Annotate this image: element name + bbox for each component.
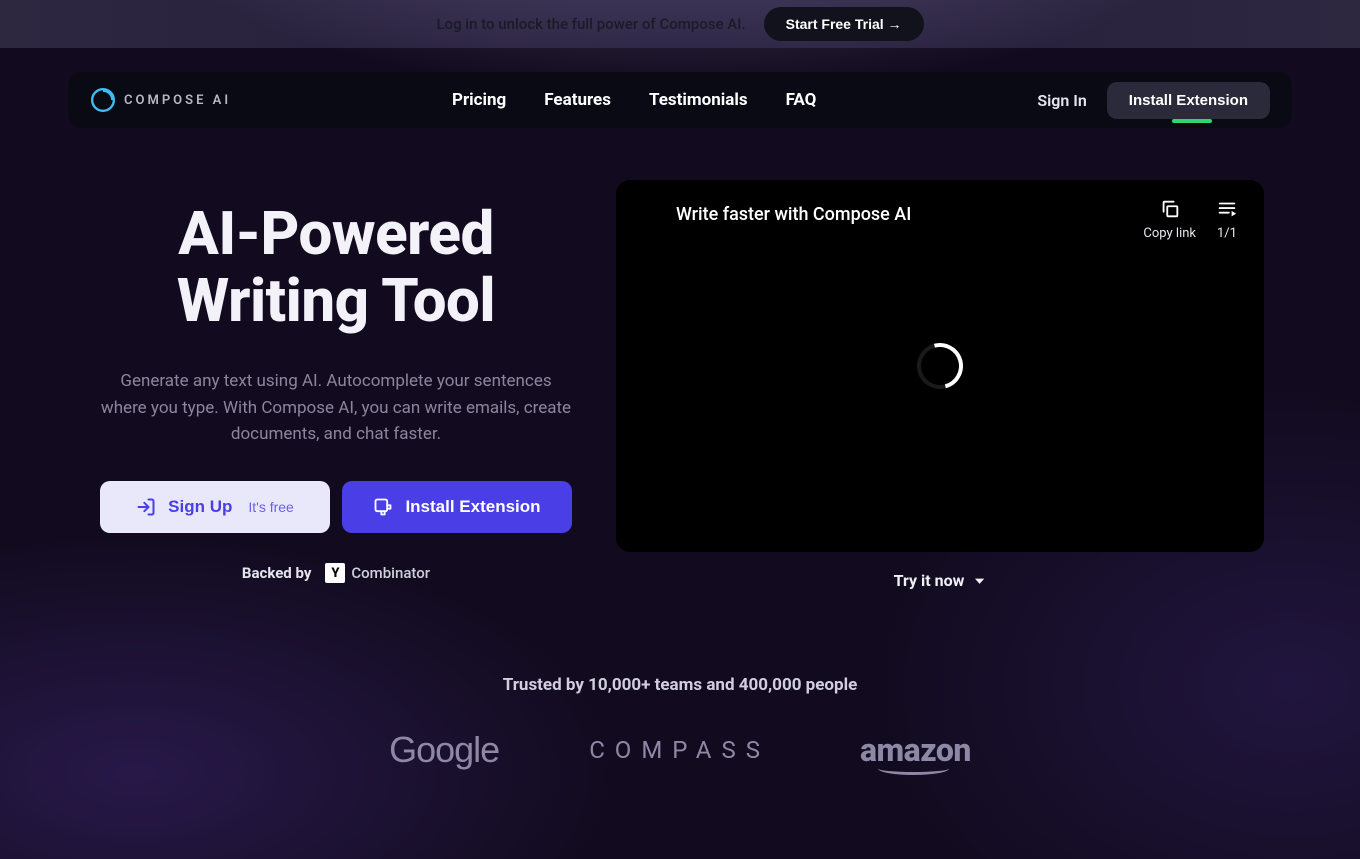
loading-spinner-icon xyxy=(909,335,972,398)
brand-logo-google: Google xyxy=(389,729,499,771)
sign-in-link[interactable]: Sign In xyxy=(1037,91,1086,110)
install-extension-hero-button[interactable]: Install Extension xyxy=(342,481,572,533)
copy-icon xyxy=(1159,198,1181,220)
install-extension-nav-button[interactable]: Install Extension xyxy=(1107,82,1270,119)
backed-by-row: Backed by Y Combinator xyxy=(96,563,576,583)
hero-section: AI-Powered Writing Tool Generate any tex… xyxy=(0,128,1360,583)
backed-by-label: Backed by xyxy=(242,564,311,582)
promo-banner: Log in to unlock the full power of Compo… xyxy=(0,0,1360,48)
brand-logo-amazon: amazon xyxy=(860,731,971,769)
trusted-headline: Trusted by 10,000+ teams and 400,000 peo… xyxy=(0,675,1360,695)
playlist-button[interactable]: 1/1 xyxy=(1216,198,1238,241)
hero-cta-row: Sign Up It's free Install Extension xyxy=(96,481,576,533)
video-player[interactable]: Write faster with Compose AI Copy link xyxy=(616,180,1264,552)
copy-link-label: Copy link xyxy=(1143,226,1196,241)
nav-link-features[interactable]: Features xyxy=(544,90,611,110)
video-title: Write faster with Compose AI xyxy=(642,198,911,225)
sign-up-free-label: It's free xyxy=(248,499,293,515)
try-it-now-link[interactable]: Try it now xyxy=(894,571,987,590)
hero-title-line1: AI-Powered xyxy=(178,198,493,269)
copy-link-button[interactable]: Copy link xyxy=(1143,198,1196,241)
logo-text: COMPOSE AI xyxy=(124,93,231,108)
logo-icon xyxy=(90,87,116,113)
playlist-icon xyxy=(1216,198,1238,220)
ycombinator-text: Combinator xyxy=(351,564,430,582)
hero-title-line2: Writing Tool xyxy=(177,265,495,336)
nav-link-pricing[interactable]: Pricing xyxy=(452,90,506,110)
start-free-trial-button[interactable]: Start Free Trial → xyxy=(764,7,924,41)
login-icon xyxy=(136,497,156,517)
nav-actions: Sign In Install Extension xyxy=(1037,82,1270,119)
ycombinator-icon: Y xyxy=(325,563,345,583)
nav-link-faq[interactable]: FAQ xyxy=(786,90,817,110)
video-column: Write faster with Compose AI Copy link xyxy=(616,180,1264,552)
hero-title: AI-Powered Writing Tool xyxy=(96,200,576,334)
brand-logo-compass: COMPASS xyxy=(589,736,770,764)
ycombinator-badge: Y Combinator xyxy=(325,563,430,583)
sign-up-button[interactable]: Sign Up It's free xyxy=(100,481,330,533)
nav-links: Pricing Features Testimonials FAQ xyxy=(452,90,816,110)
logo[interactable]: COMPOSE AI xyxy=(90,87,231,113)
brand-logos: Google COMPASS amazon xyxy=(0,729,1360,771)
playlist-count: 1/1 xyxy=(1217,226,1237,241)
nav-link-testimonials[interactable]: Testimonials xyxy=(649,90,748,110)
try-it-now-label: Try it now xyxy=(894,571,965,590)
trusted-section: Trusted by 10,000+ teams and 400,000 peo… xyxy=(0,675,1360,771)
chevron-down-icon xyxy=(972,574,986,588)
hero-copy: AI-Powered Writing Tool Generate any tex… xyxy=(96,180,576,583)
extension-icon xyxy=(373,497,393,517)
video-header: Write faster with Compose AI Copy link xyxy=(616,180,1264,259)
hero-description: Generate any text using AI. Autocomplete… xyxy=(96,368,576,447)
install-extension-hero-label: Install Extension xyxy=(405,497,540,517)
sign-up-label: Sign Up xyxy=(168,497,232,517)
main-nav: COMPOSE AI Pricing Features Testimonials… xyxy=(68,72,1292,128)
promo-banner-text: Log in to unlock the full power of Compo… xyxy=(436,15,745,33)
